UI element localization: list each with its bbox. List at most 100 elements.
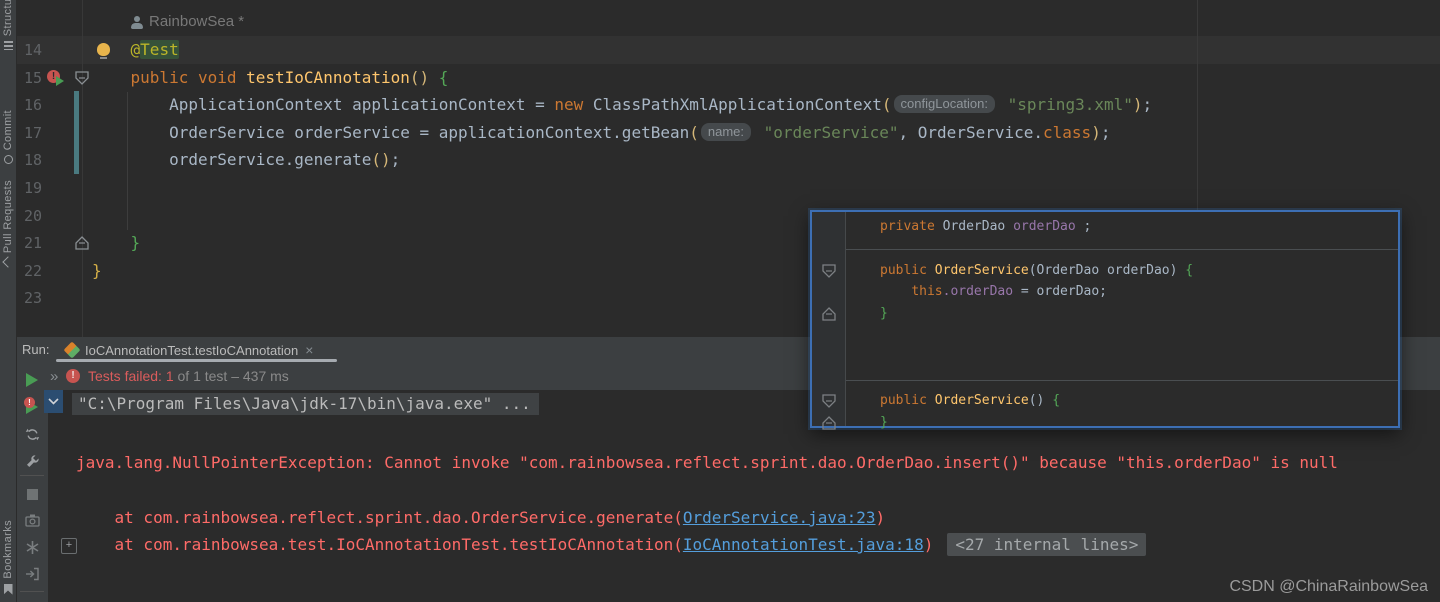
tool-window-stripe: Structure Commit Pull Requests Bookmarks [0,0,17,602]
popup-code-line: } [812,412,1398,434]
stripe-button-commit[interactable]: Commit [0,110,16,165]
stripe-button-pull-requests[interactable]: Pull Requests [0,180,16,268]
expand-folded-lines-icon[interactable]: + [61,538,77,554]
line-number: 17 [23,123,42,142]
stop-button[interactable] [16,483,48,505]
code-segment: () [1028,393,1053,409]
exit-icon [25,567,39,581]
code-segment: , OrderService. [898,122,1044,142]
code-segment: } [92,260,102,280]
code-segment: OrderService [934,262,1029,278]
wrench-icon [26,454,39,467]
run-tab-title: IoCAnnotationTest.testIoCAnnotation [85,342,299,358]
code-segment: ; [1075,219,1092,234]
vcs-change-marker [74,146,79,175]
import-test-results-button[interactable] [16,563,48,585]
refresh-icon [35,436,39,440]
code-line-text: public void testIoCAnnotation() { [92,64,449,92]
failed-test-run-icon[interactable]: ! [47,69,64,86]
code-segment: orderDao [1013,219,1076,234]
thread-dump-button[interactable] [16,509,48,531]
stop-icon [26,488,38,500]
popup-code-line: public OrderService() { [812,390,1398,412]
line-number: 21 [23,234,42,253]
console-line: at com.rainbowsea.reflect.sprint.dao.Ord… [76,506,886,529]
expand-chevrons-icon[interactable]: » [50,363,58,390]
run-play-icon [56,75,64,86]
toolbar-separator [20,475,44,476]
popup-line-text: private OrderDao orderDao ; [880,216,1091,238]
popup-line-text: public OrderService() { [880,390,1060,412]
line-number: 22 [23,261,42,280]
stripe-label: Pull Requests [2,180,14,254]
code-segment: OrderService [934,393,1029,409]
code-vision-author-label: RainbowSea * [149,13,245,31]
fold-marker-up-icon[interactable] [822,416,836,430]
console-fold-chevron[interactable] [44,390,63,413]
tests-failed-icon: ! [66,369,80,383]
refresh-icon [27,434,37,440]
vcs-change-marker [74,118,79,147]
code-segment: } [130,233,141,253]
code-line-15: 15! public void testIoCAnnotation() { [0,64,1440,92]
console-line: at com.rainbowsea.test.IoCAnnotationTest… [76,533,1147,556]
code-vision-author[interactable]: RainbowSea * [131,8,244,36]
code-line-text: @Test [92,36,179,64]
popup-code-line: } [812,303,1398,325]
run-panel-label: Run: [22,342,50,357]
tests-icon [26,540,38,554]
commit-icon [3,155,13,165]
quick-definition-popup[interactable]: private OrderDao orderDao ; public OrderS… [810,210,1400,430]
stacktrace-link[interactable]: IoCAnnotationTest.java:18 [683,535,924,554]
code-segment: "orderService" [763,122,899,142]
test-status-text: Tests failed: 1 of 1 test – 437 ms [88,363,289,390]
junit-test-icon [63,341,81,359]
test-settings-button[interactable] [16,450,48,472]
popup-separator [846,248,1398,250]
line-number: 20 [23,206,42,225]
popup-line-text: public OrderService(OrderDao orderDao) { [880,260,1193,282]
code-segment: = orderDao; [1013,284,1107,300]
code-segment: ; [1100,122,1111,142]
fold-marker-up-icon[interactable] [822,307,836,321]
code-line-16: 16 ApplicationContext applicationContext… [0,91,1440,120]
code-segment: ApplicationContext applicationContext = [92,95,555,115]
code-segment: private [880,219,935,234]
fold-marker-down-icon[interactable] [822,263,836,278]
bookmarks-icon [3,583,13,595]
popup-line-text: } [880,303,888,325]
popup-separator [846,379,1398,381]
stripe-button-structure[interactable]: Structure [0,0,16,51]
camera-icon [24,515,40,527]
fold-marker-down-icon[interactable] [75,70,89,85]
stacktrace-link[interactable]: OrderService.java:23 [683,508,876,527]
fold-marker-down-icon[interactable] [822,394,836,409]
code-segment: ; [390,150,401,170]
code-line-text: OrderService orderService = applicationC… [92,119,1110,147]
code-segment: } [880,306,888,322]
line-number: 16 [23,96,42,115]
code-segment: ) [1132,95,1143,115]
code-segment: ) [923,535,934,554]
code-line-text: ApplicationContext applicationContext = … [92,91,1152,119]
code-segment: at com.rainbowsea.reflect.sprint.dao.Ord… [76,508,683,527]
toggle-auto-test-button[interactable] [16,423,48,445]
code-segment: class [1043,122,1092,142]
code-segment: { [1185,262,1194,278]
popup-code-line: public OrderService(OrderDao orderDao) { [812,260,1398,282]
close-tab-icon[interactable]: × [305,343,313,357]
code-line-text: orderService.generate(); [92,146,400,174]
test-options-button[interactable] [16,536,48,558]
code-segment: orderService. [92,150,295,170]
camera-icon [29,514,35,517]
code-segment: "spring3.xml" [1007,95,1133,115]
stripe-button-bookmarks[interactable]: Bookmarks [0,520,16,595]
code-line-vision: RainbowSea * [0,8,1440,36]
rerun-button[interactable] [16,369,48,391]
code-segment: ) [875,508,886,527]
fold-marker-up-icon[interactable] [75,236,89,250]
